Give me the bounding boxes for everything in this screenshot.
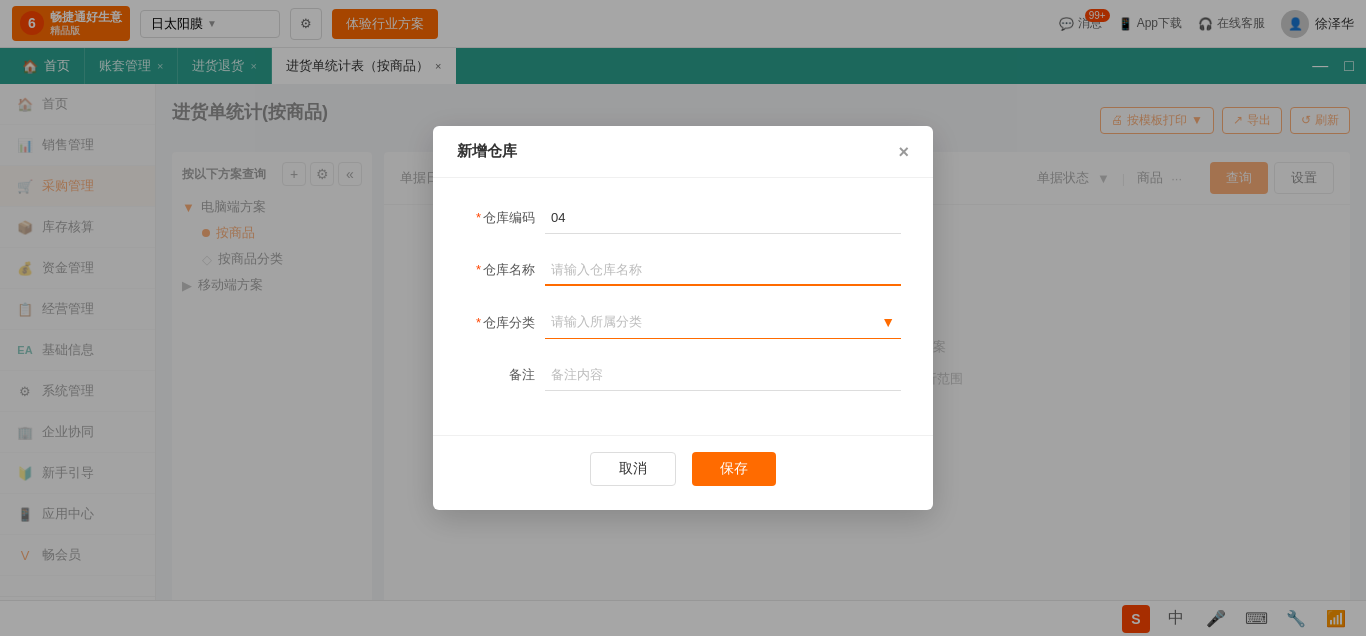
modal-close-button[interactable]: × (898, 143, 909, 161)
modal-header: 新增仓库 × (433, 126, 933, 178)
warehouse-category-label: 仓库分类 (465, 314, 545, 332)
modal-title: 新增仓库 (457, 142, 517, 161)
category-placeholder: 请输入所属分类 (551, 313, 881, 331)
warehouse-name-input[interactable] (545, 254, 901, 286)
warehouse-name-row: 仓库名称 (465, 254, 901, 286)
warehouse-code-row: 仓库编码 (465, 202, 901, 234)
modal-body: 仓库编码 仓库名称 仓库分类 请输入所属分类 ▼ 备注 (433, 178, 933, 435)
warehouse-remark-input[interactable] (545, 359, 901, 391)
save-button[interactable]: 保存 (692, 452, 776, 486)
warehouse-category-row: 仓库分类 请输入所属分类 ▼ (465, 306, 901, 339)
category-dropdown-icon: ▼ (881, 314, 895, 330)
new-warehouse-modal: 新增仓库 × 仓库编码 仓库名称 仓库分类 请输入所属分类 ▼ (433, 126, 933, 510)
warehouse-category-select[interactable]: 请输入所属分类 ▼ (545, 306, 901, 339)
warehouse-remark-row: 备注 (465, 359, 901, 391)
warehouse-remark-label: 备注 (465, 366, 545, 384)
modal-overlay: 新增仓库 × 仓库编码 仓库名称 仓库分类 请输入所属分类 ▼ (0, 0, 1366, 636)
warehouse-code-input[interactable] (545, 202, 901, 234)
cancel-button[interactable]: 取消 (590, 452, 676, 486)
modal-footer: 取消 保存 (433, 435, 933, 510)
warehouse-code-label: 仓库编码 (465, 209, 545, 227)
warehouse-name-label: 仓库名称 (465, 261, 545, 279)
